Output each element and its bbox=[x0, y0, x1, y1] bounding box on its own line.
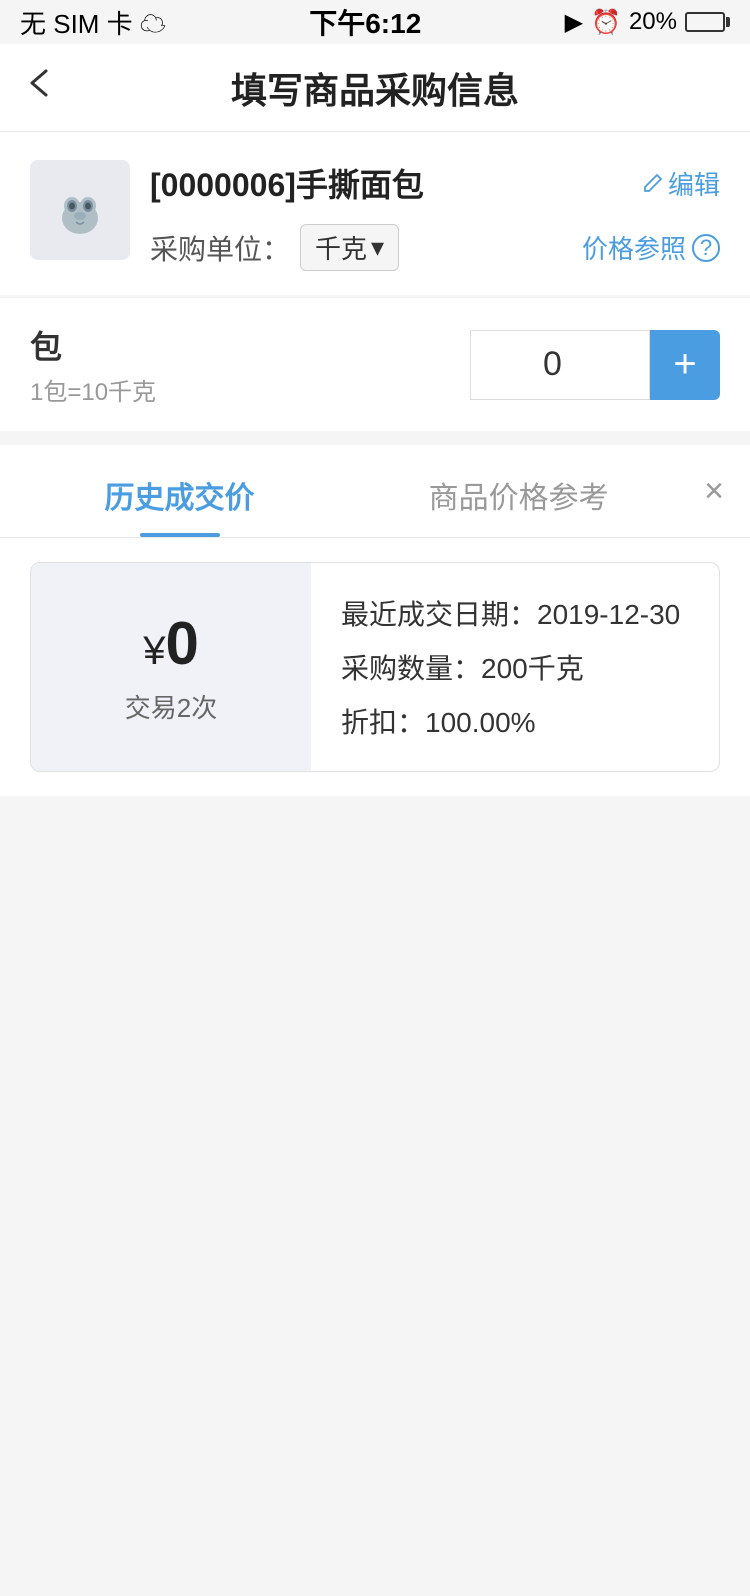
history-price: ¥0 bbox=[143, 609, 199, 678]
back-button[interactable] bbox=[24, 61, 54, 114]
sim-status: 无 SIM 卡 ☁ bbox=[20, 4, 166, 41]
quantity-input[interactable] bbox=[470, 330, 650, 400]
trade-count: 交易2次 bbox=[125, 688, 217, 725]
quantity-input-area: + bbox=[470, 330, 720, 400]
tab-product-price-reference[interactable]: 商品价格参考 bbox=[349, 445, 688, 537]
tab-history-price[interactable]: 历史成交价 bbox=[10, 445, 349, 537]
tabs-close-button[interactable]: × bbox=[688, 452, 740, 531]
purchase-qty-row: 采购数量：200千克 bbox=[341, 647, 689, 687]
quantity-conversion: 1包=10千克 bbox=[30, 372, 156, 407]
quantity-section: 包 1包=10千克 + bbox=[0, 297, 750, 431]
page-background bbox=[0, 796, 750, 1596]
product-section: [0000006]手撕面包 编辑 采购单位： 千克 ▾ 价格 bbox=[0, 132, 750, 295]
product-thumbnail bbox=[30, 160, 130, 260]
unit-label: 采购单位： 千克 ▾ bbox=[150, 224, 399, 271]
edit-button[interactable]: 编辑 bbox=[642, 165, 720, 202]
battery-icon bbox=[685, 12, 730, 32]
quantity-label-area: 包 1包=10千克 bbox=[30, 322, 156, 407]
status-right: ▶ ⏰ 20% bbox=[565, 8, 730, 37]
history-content: ¥0 交易2次 最近成交日期：2019-12-30 采购数量：200千克 折扣：… bbox=[0, 538, 750, 796]
page-title: 填写商品采购信息 bbox=[231, 62, 519, 114]
discount-row: 折扣：100.00% bbox=[341, 701, 689, 741]
status-bar: 无 SIM 卡 ☁ 下午6:12 ▶ ⏰ 20% bbox=[0, 0, 750, 44]
battery-percent: 20% bbox=[629, 8, 677, 36]
location-icon: ▶ bbox=[565, 8, 583, 37]
unit-dropdown[interactable]: 千克 ▾ bbox=[300, 224, 399, 271]
currency-symbol: ¥ bbox=[143, 629, 165, 673]
alarm-icon: ⏰ bbox=[591, 8, 621, 37]
recent-date-row: 最近成交日期：2019-12-30 bbox=[341, 593, 689, 633]
history-card-details: 最近成交日期：2019-12-30 采购数量：200千克 折扣：100.00% bbox=[311, 563, 719, 771]
tabs-header: 历史成交价 商品价格参考 × bbox=[0, 445, 750, 538]
product-full-name: [0000006]手撕面包 bbox=[150, 160, 424, 206]
history-card: ¥0 交易2次 最近成交日期：2019-12-30 采购数量：200千克 折扣：… bbox=[30, 562, 720, 772]
dropdown-arrow-icon: ▾ bbox=[371, 232, 384, 263]
quantity-plus-button[interactable]: + bbox=[650, 330, 720, 400]
price-ref-help-icon: ? bbox=[692, 234, 720, 262]
history-card-price-area: ¥0 交易2次 bbox=[31, 563, 311, 771]
product-info: [0000006]手撕面包 编辑 采购单位： 千克 ▾ 价格 bbox=[150, 160, 720, 271]
price-reference-button[interactable]: 价格参照 ? bbox=[582, 229, 720, 266]
status-left: 无 SIM 卡 ☁ bbox=[20, 4, 166, 41]
nav-bar: 填写商品采购信息 bbox=[0, 44, 750, 132]
tabs-section: 历史成交价 商品价格参考 × ¥0 交易2次 最近成交日期：2019-12-30… bbox=[0, 445, 750, 796]
status-time: 下午6:12 bbox=[309, 2, 421, 42]
quantity-unit-name: 包 bbox=[30, 322, 156, 368]
tabs-list: 历史成交价 商品价格参考 bbox=[10, 445, 688, 537]
